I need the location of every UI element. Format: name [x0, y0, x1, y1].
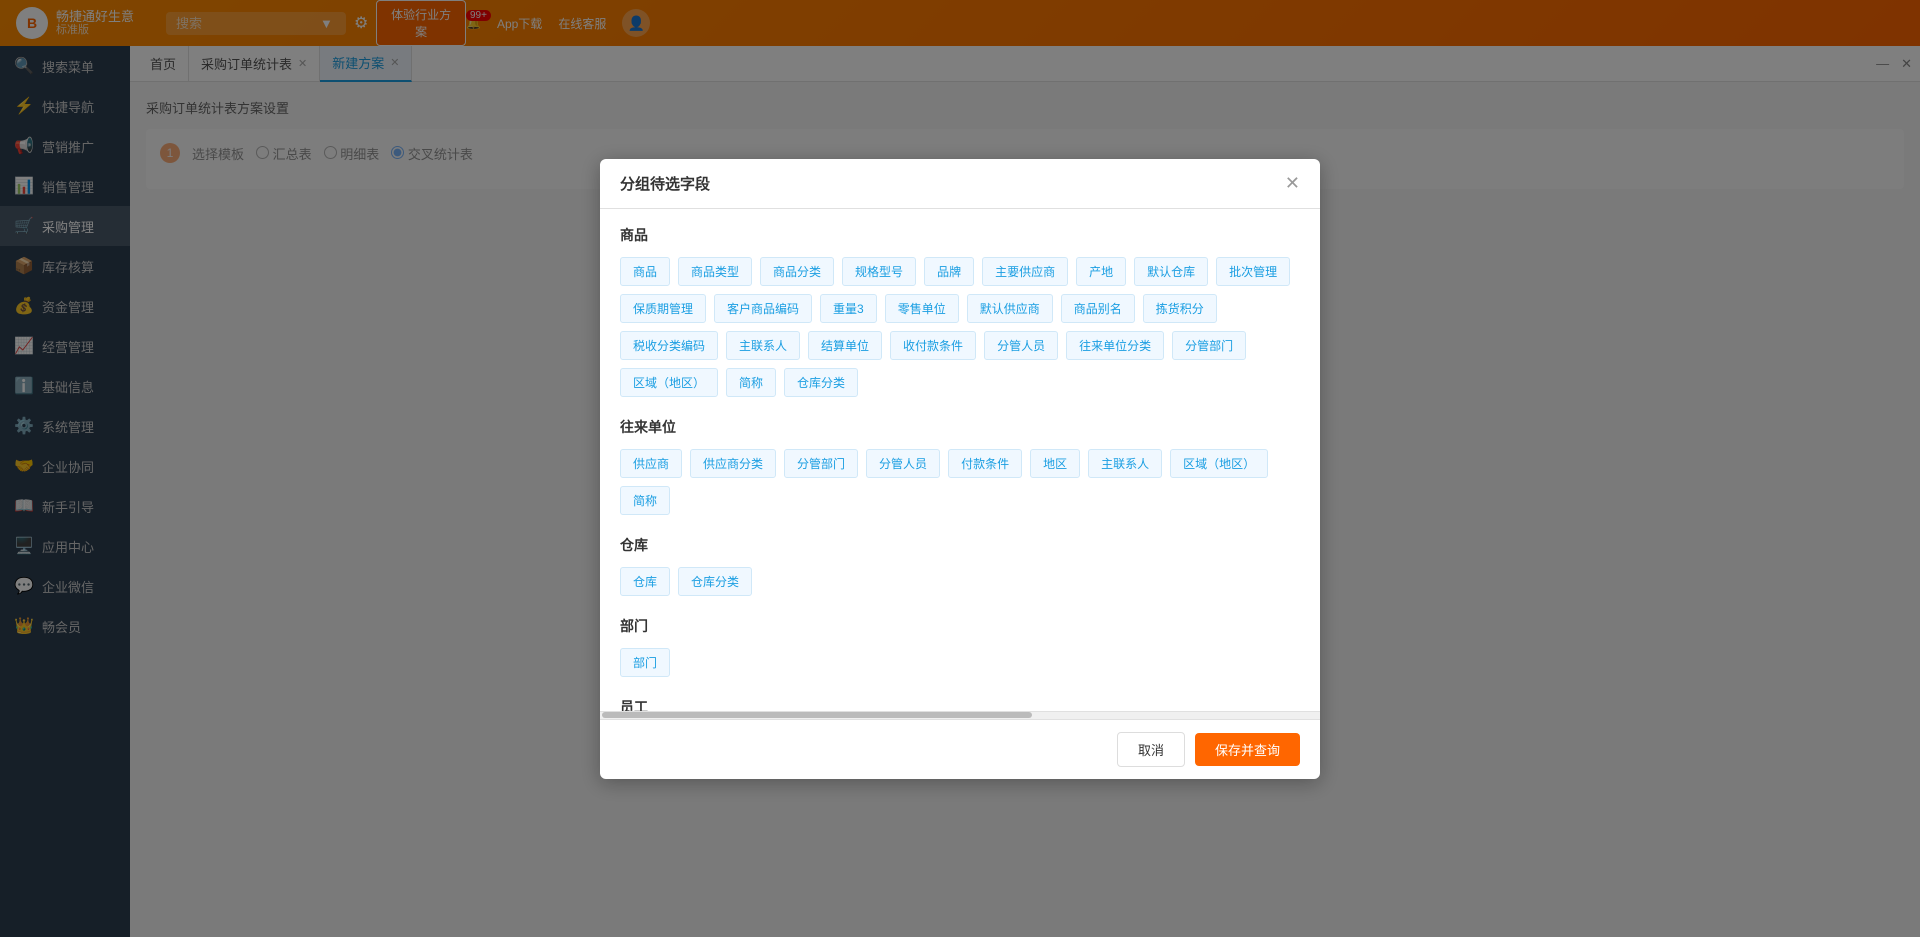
field-tag[interactable]: 客户商品编码 [714, 294, 812, 323]
modal-overlay: 分组待选字段 ✕ 商品 商品商品类型商品分类规格型号品牌主要供应商产地默认仓库批… [0, 0, 1920, 937]
field-tag[interactable]: 商品别名 [1061, 294, 1135, 323]
section-department-title: 部门 [620, 616, 1300, 636]
field-tag[interactable]: 地区 [1030, 449, 1080, 478]
field-tag[interactable]: 默认仓库 [1134, 257, 1208, 286]
section-goods-tags: 商品商品类型商品分类规格型号品牌主要供应商产地默认仓库批次管理保质期管理客户商品… [620, 257, 1300, 397]
field-tag[interactable]: 商品分类 [760, 257, 834, 286]
section-warehouse: 仓库 仓库仓库分类 [620, 535, 1300, 596]
modal-footer: 取消 保存并查询 [600, 719, 1320, 779]
section-partner-tags: 供应商供应商分类分管部门分管人员付款条件地区主联系人区域（地区） 简称 [620, 449, 1300, 515]
field-tag[interactable]: 产地 [1076, 257, 1126, 286]
modal-close-button[interactable]: ✕ [1285, 173, 1300, 194]
field-tag[interactable]: 区域（地区） [1170, 449, 1268, 478]
field-tag[interactable]: 重量3 [820, 294, 877, 323]
field-tag[interactable]: 品牌 [924, 257, 974, 286]
field-tag[interactable]: 零售单位 [885, 294, 959, 323]
modal-horizontal-scrollbar[interactable] [600, 711, 1320, 719]
field-tag[interactable]: 商品类型 [678, 257, 752, 286]
field-tag[interactable]: 部门 [620, 648, 670, 677]
field-tag[interactable]: 规格型号 [842, 257, 916, 286]
field-tag[interactable]: 主联系人 [1088, 449, 1162, 478]
field-tag[interactable]: 简称 [620, 486, 670, 515]
modal-title: 分组待选字段 [620, 173, 710, 194]
section-warehouse-tags: 仓库仓库分类 [620, 567, 1300, 596]
field-tag[interactable]: 结算单位 [808, 331, 882, 360]
field-tag[interactable]: 收付款条件 [890, 331, 976, 360]
section-department: 部门 部门 [620, 616, 1300, 677]
field-tag[interactable]: 分管人员 [984, 331, 1058, 360]
field-tag[interactable]: 税收分类编码 [620, 331, 718, 360]
section-goods: 商品 商品商品类型商品分类规格型号品牌主要供应商产地默认仓库批次管理保质期管理客… [620, 225, 1300, 397]
field-tag[interactable]: 付款条件 [948, 449, 1022, 478]
section-goods-title: 商品 [620, 225, 1300, 245]
cancel-button[interactable]: 取消 [1117, 732, 1185, 767]
field-tag[interactable]: 拣货积分 [1143, 294, 1217, 323]
field-tag[interactable]: 默认供应商 [967, 294, 1053, 323]
field-tag[interactable]: 分管部门 [1172, 331, 1246, 360]
field-tag[interactable]: 主联系人 [726, 331, 800, 360]
field-tag[interactable]: 区域（地区） [620, 368, 718, 397]
field-tag[interactable]: 仓库分类 [784, 368, 858, 397]
modal-body: 商品 商品商品类型商品分类规格型号品牌主要供应商产地默认仓库批次管理保质期管理客… [600, 209, 1320, 711]
field-tag[interactable]: 批次管理 [1216, 257, 1290, 286]
field-tag[interactable]: 商品 [620, 257, 670, 286]
section-department-tags: 部门 [620, 648, 1300, 677]
modal-header: 分组待选字段 ✕ [600, 159, 1320, 209]
field-tag[interactable]: 往来单位分类 [1066, 331, 1164, 360]
field-tag[interactable]: 供应商 [620, 449, 682, 478]
section-partner-title: 往来单位 [620, 417, 1300, 437]
hscroll-thumb[interactable] [602, 712, 1032, 718]
save-button[interactable]: 保存并查询 [1195, 733, 1300, 766]
field-tag[interactable]: 分管人员 [866, 449, 940, 478]
field-tag[interactable]: 简称 [726, 368, 776, 397]
field-select-modal: 分组待选字段 ✕ 商品 商品商品类型商品分类规格型号品牌主要供应商产地默认仓库批… [600, 159, 1320, 779]
section-employee: 员工 业务员 [620, 697, 1300, 711]
field-tag[interactable]: 仓库分类 [678, 567, 752, 596]
section-partner: 往来单位 供应商供应商分类分管部门分管人员付款条件地区主联系人区域（地区） 简称 [620, 417, 1300, 515]
field-tag[interactable]: 仓库 [620, 567, 670, 596]
field-tag[interactable]: 供应商分类 [690, 449, 776, 478]
field-tag[interactable]: 主要供应商 [982, 257, 1068, 286]
section-employee-title: 员工 [620, 697, 1300, 711]
field-tag[interactable]: 分管部门 [784, 449, 858, 478]
field-tag[interactable]: 保质期管理 [620, 294, 706, 323]
section-warehouse-title: 仓库 [620, 535, 1300, 555]
